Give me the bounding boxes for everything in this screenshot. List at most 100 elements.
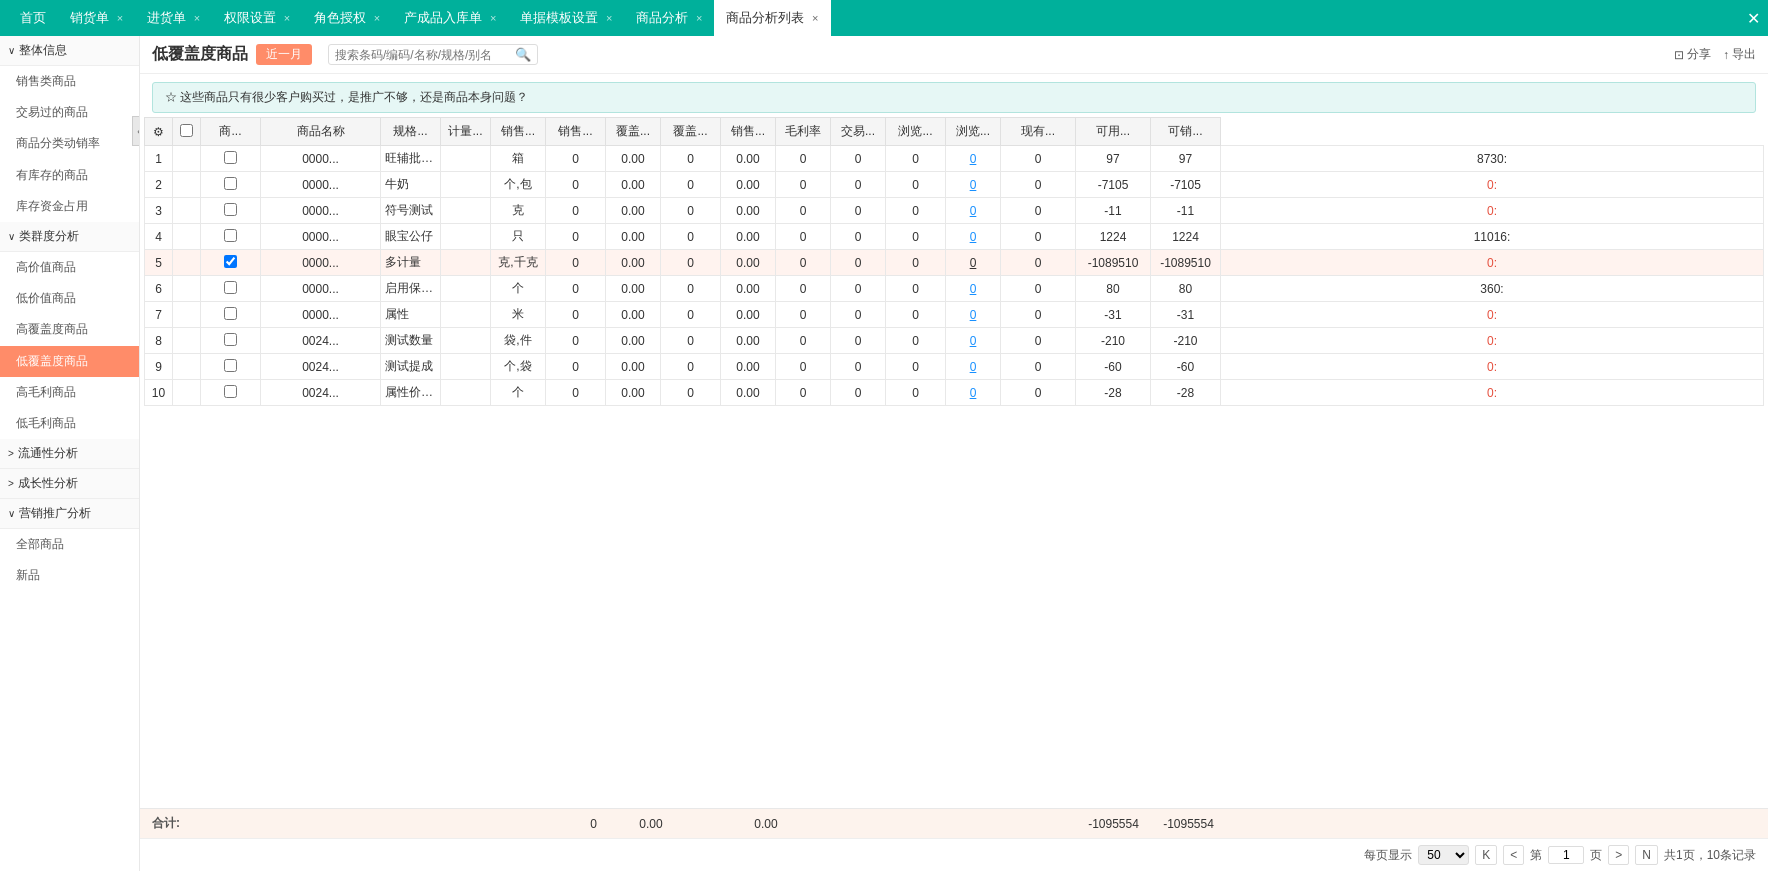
trade-col-header[interactable]: 交易... bbox=[831, 118, 886, 146]
spec-col-header[interactable]: 规格... bbox=[381, 118, 441, 146]
browse1-cell[interactable]: 0 bbox=[946, 354, 1001, 380]
row-checkbox[interactable] bbox=[224, 255, 237, 268]
sales2-col-header[interactable]: 销售... bbox=[546, 118, 606, 146]
row-checkbox[interactable] bbox=[224, 307, 237, 320]
page-size-select[interactable]: 50 20 100 bbox=[1418, 845, 1469, 865]
sidebar-item-category-rate[interactable]: 商品分类动销率 bbox=[0, 128, 139, 159]
sidebar-section-overall[interactable]: ∨ 整体信息 bbox=[0, 36, 139, 66]
row-checkbox[interactable] bbox=[224, 151, 237, 164]
checkbox-cell[interactable] bbox=[201, 354, 261, 380]
nav-tab-template[interactable]: 单据模板设置 × bbox=[508, 0, 624, 36]
sidebar-item-sales-goods[interactable]: 销售类商品 bbox=[0, 66, 139, 97]
close-icon[interactable]: × bbox=[194, 12, 200, 24]
checkbox-cell[interactable] bbox=[201, 172, 261, 198]
cover2-col-header[interactable]: 覆盖... bbox=[661, 118, 721, 146]
row-checkbox[interactable] bbox=[224, 281, 237, 294]
checkbox-cell[interactable] bbox=[201, 380, 261, 406]
browse1-cell[interactable]: 0 bbox=[946, 328, 1001, 354]
sidebar-item-stocked-goods[interactable]: 有库存的商品 bbox=[0, 160, 139, 191]
page-input[interactable] bbox=[1548, 846, 1584, 864]
sidebar-collapse-button[interactable]: « bbox=[132, 116, 140, 146]
sidebar-item-stock-capital[interactable]: 库存资金占用 bbox=[0, 191, 139, 222]
current-col-header[interactable]: 现有... bbox=[1001, 118, 1076, 146]
browse1-cell[interactable]: 0 bbox=[946, 250, 1001, 276]
sidebar-item-all-goods[interactable]: 全部商品 bbox=[0, 529, 139, 560]
sidebar-section-marketing[interactable]: ∨ 营销推广分析 bbox=[0, 499, 139, 529]
row-checkbox[interactable] bbox=[224, 385, 237, 398]
browse1-cell[interactable]: 0 bbox=[946, 198, 1001, 224]
settings-cell[interactable] bbox=[173, 198, 201, 224]
nav-tab-home[interactable]: 首页 bbox=[8, 0, 58, 36]
settings-cell[interactable] bbox=[173, 146, 201, 172]
sidebar-item-high-coverage[interactable]: 高覆盖度商品 bbox=[0, 314, 139, 345]
close-icon[interactable]: × bbox=[374, 12, 380, 24]
nav-tab-analysis-list[interactable]: 商品分析列表 × bbox=[714, 0, 830, 36]
sidebar-section-cluster[interactable]: ∨ 类群度分析 bbox=[0, 222, 139, 252]
close-all-button[interactable]: ✕ bbox=[1747, 9, 1760, 28]
settings-cell[interactable] bbox=[173, 172, 201, 198]
settings-col-header[interactable]: ⚙ bbox=[145, 118, 173, 146]
browse1-col-header[interactable]: 浏览... bbox=[886, 118, 946, 146]
row-checkbox[interactable] bbox=[224, 203, 237, 216]
checkbox-cell[interactable] bbox=[201, 224, 261, 250]
sidebar-item-new-goods[interactable]: 新品 bbox=[0, 560, 139, 591]
browse1-cell[interactable]: 0 bbox=[946, 172, 1001, 198]
browse1-cell[interactable]: 0 bbox=[946, 224, 1001, 250]
sidebar-item-traded-goods[interactable]: 交易过的商品 bbox=[0, 97, 139, 128]
browse1-cell[interactable]: 0 bbox=[946, 146, 1001, 172]
nav-tab-permission[interactable]: 权限设置 × bbox=[212, 0, 302, 36]
settings-cell[interactable] bbox=[173, 328, 201, 354]
sales3-col-header[interactable]: 销售... bbox=[721, 118, 776, 146]
code-col-header[interactable]: 商... bbox=[201, 118, 261, 146]
row-checkbox[interactable] bbox=[224, 229, 237, 242]
nav-tab-purchase[interactable]: 进货单 × bbox=[135, 0, 212, 36]
settings-cell[interactable] bbox=[173, 250, 201, 276]
checkbox-cell[interactable] bbox=[201, 146, 261, 172]
cover1-col-header[interactable]: 覆盖... bbox=[606, 118, 661, 146]
settings-cell[interactable] bbox=[173, 354, 201, 380]
browse1-cell[interactable]: 0 bbox=[946, 380, 1001, 406]
nav-tab-sales[interactable]: 销货单 × bbox=[58, 0, 135, 36]
prev-page-button[interactable]: < bbox=[1503, 845, 1524, 865]
next-page-button[interactable]: > bbox=[1608, 845, 1629, 865]
settings-cell[interactable] bbox=[173, 224, 201, 250]
sidebar-item-low-margin[interactable]: 低毛利商品 bbox=[0, 408, 139, 439]
settings-cell[interactable] bbox=[173, 380, 201, 406]
first-page-button[interactable]: K bbox=[1475, 845, 1497, 865]
close-icon[interactable]: × bbox=[606, 12, 612, 24]
nav-tab-analysis[interactable]: 商品分析 × bbox=[624, 0, 714, 36]
close-icon[interactable]: × bbox=[812, 12, 818, 24]
close-icon[interactable]: × bbox=[696, 12, 702, 24]
sidebar-item-high-margin[interactable]: 高毛利商品 bbox=[0, 377, 139, 408]
sidebar-item-high-value[interactable]: 高价值商品 bbox=[0, 252, 139, 283]
sidebar-item-low-value[interactable]: 低价值商品 bbox=[0, 283, 139, 314]
search-input[interactable] bbox=[335, 48, 515, 62]
last-page-button[interactable]: N bbox=[1635, 845, 1658, 865]
browse2-col-header[interactable]: 浏览... bbox=[946, 118, 1001, 146]
margin-col-header[interactable]: 毛利率 bbox=[776, 118, 831, 146]
row-checkbox[interactable] bbox=[224, 359, 237, 372]
sales1-col-header[interactable]: 销售... bbox=[491, 118, 546, 146]
select-all-checkbox[interactable] bbox=[180, 124, 193, 137]
settings-cell[interactable] bbox=[173, 276, 201, 302]
checkbox-cell[interactable] bbox=[201, 250, 261, 276]
nav-tab-role[interactable]: 角色授权 × bbox=[302, 0, 392, 36]
sidebar-section-growth[interactable]: > 成长性分析 bbox=[0, 469, 139, 499]
close-icon[interactable]: × bbox=[117, 12, 123, 24]
settings-cell[interactable] bbox=[173, 302, 201, 328]
checkbox-cell[interactable] bbox=[201, 276, 261, 302]
saleable-col-header[interactable]: 可销... bbox=[1151, 118, 1221, 146]
checkbox-cell[interactable] bbox=[201, 302, 261, 328]
browse1-cell[interactable]: 0 bbox=[946, 302, 1001, 328]
sidebar-item-low-coverage[interactable]: 低覆盖度商品 bbox=[0, 346, 139, 377]
sidebar-section-circulation[interactable]: > 流通性分析 bbox=[0, 439, 139, 469]
checkbox-col-header[interactable] bbox=[173, 118, 201, 146]
filter-recent-month-button[interactable]: 近一月 bbox=[256, 44, 312, 65]
share-button[interactable]: ⊡ 分享 bbox=[1674, 46, 1711, 63]
close-icon[interactable]: × bbox=[284, 12, 290, 24]
row-checkbox[interactable] bbox=[224, 333, 237, 346]
checkbox-cell[interactable] bbox=[201, 198, 261, 224]
unit-col-header[interactable]: 计量... bbox=[441, 118, 491, 146]
checkbox-cell[interactable] bbox=[201, 328, 261, 354]
browse1-cell[interactable]: 0 bbox=[946, 276, 1001, 302]
